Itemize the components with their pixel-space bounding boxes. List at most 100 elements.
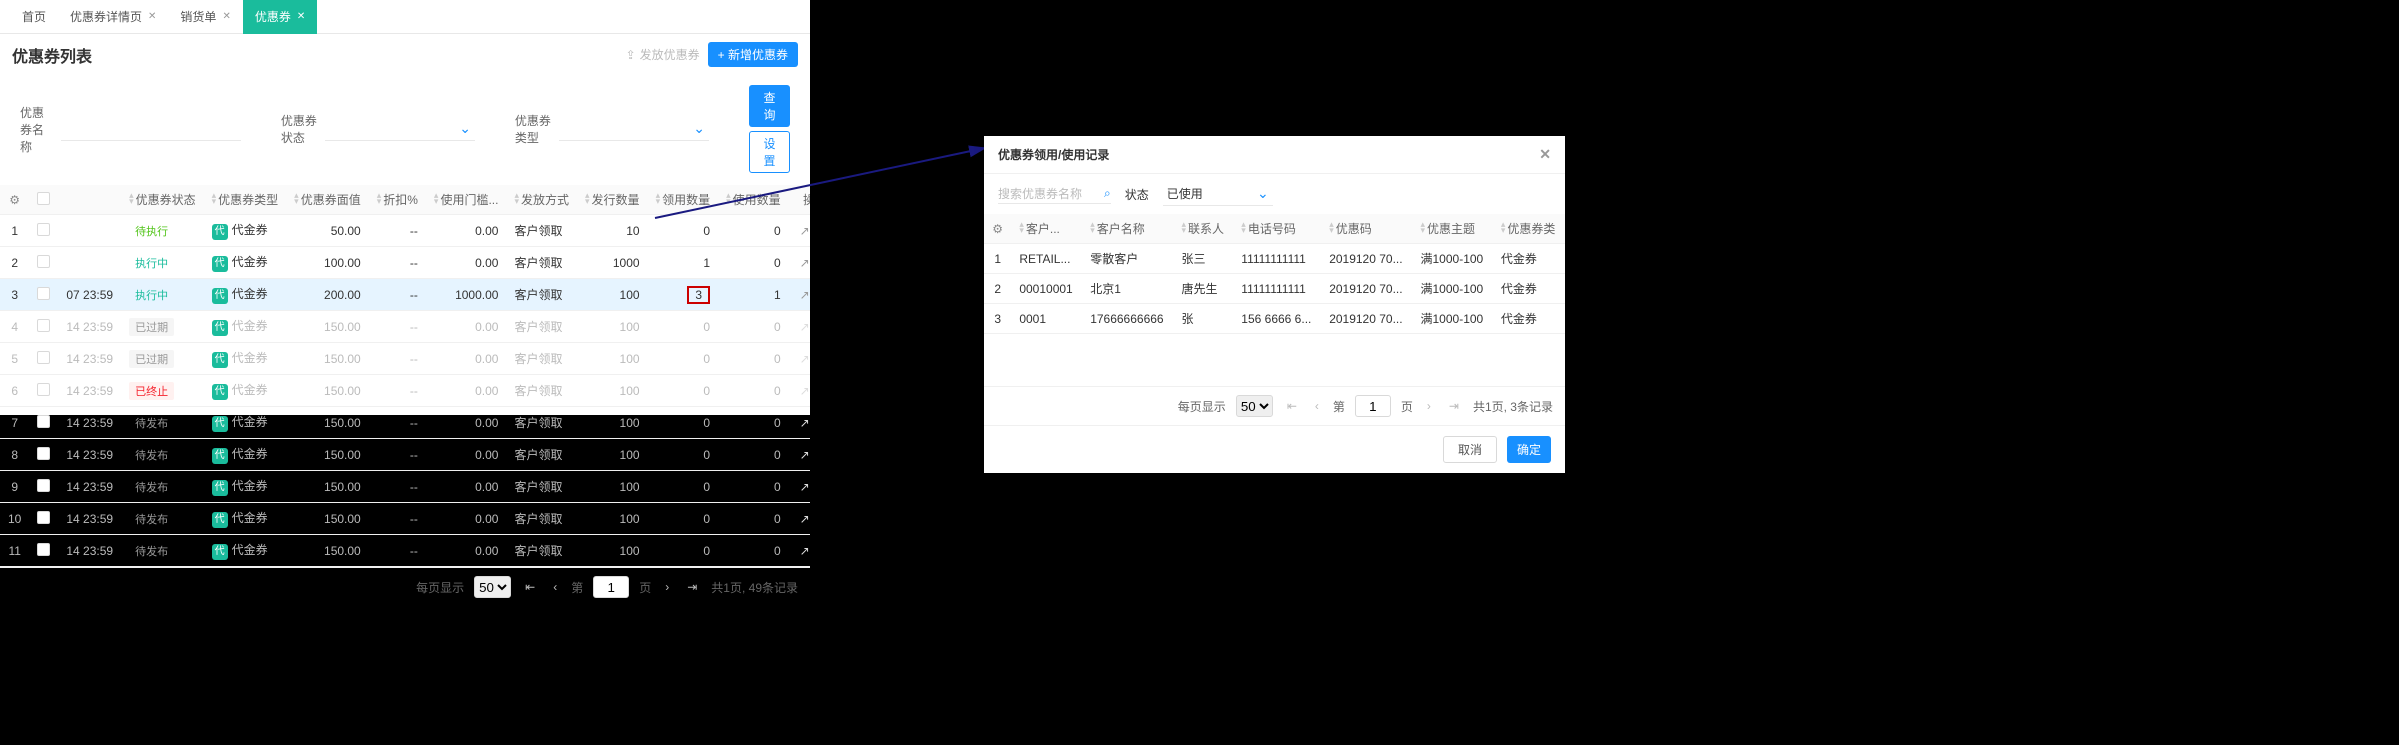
row-got[interactable]: 0 (648, 343, 719, 375)
col-face[interactable]: ▴▾优惠券面值 (286, 185, 369, 215)
share-icon[interactable]: ↗ (800, 320, 810, 334)
col-check[interactable] (29, 185, 58, 215)
settings-button[interactable]: 设置 (749, 131, 790, 173)
mcol-type[interactable]: ▴▾优惠券类 (1493, 214, 1565, 244)
filter-type-select[interactable]: ⌄ (559, 117, 709, 141)
share-icon[interactable]: ↗ (800, 384, 810, 398)
table-row[interactable]: 6 14 23:59 已终止 代代金券 150.00 -- 0.00 客户领取 … (0, 375, 810, 407)
search-input[interactable] (998, 187, 1098, 201)
next-page-icon[interactable]: › (661, 580, 673, 594)
table-row[interactable]: 3 0001 17666666666 张 156 6666 6... 20191… (984, 304, 1565, 334)
close-icon[interactable]: ✕ (222, 11, 230, 22)
share-icon[interactable]: ↗ (800, 544, 810, 558)
table-row[interactable]: 4 14 23:59 已过期 代代金券 150.00 -- 0.00 客户领取 … (0, 311, 810, 343)
tab-coupon[interactable]: 优惠券✕ (243, 0, 317, 34)
table-row[interactable]: 8 14 23:59 待发布 代代金券 150.00 -- 0.00 客户领取 … (0, 439, 810, 471)
mcol-name[interactable]: ▴▾客户名称 (1082, 214, 1173, 244)
checkbox[interactable] (37, 543, 50, 556)
share-icon[interactable]: ↗ (800, 256, 810, 270)
table-row[interactable]: 2 00010001 北京1 唐先生 11111111111 2019120 7… (984, 274, 1565, 304)
checkbox[interactable] (37, 447, 50, 460)
row-check[interactable] (29, 439, 58, 471)
row-check[interactable] (29, 247, 58, 279)
share-icon[interactable]: ↗ (800, 224, 810, 238)
row-got[interactable]: 0 (648, 215, 719, 247)
share-icon[interactable]: ↗ (800, 416, 810, 430)
share-icon[interactable]: ↗ (800, 448, 810, 462)
row-got[interactable]: 0 (648, 535, 719, 567)
row-got[interactable]: 0 (648, 311, 719, 343)
last-page-icon[interactable]: ⇥ (1445, 399, 1463, 413)
row-check[interactable] (29, 503, 58, 535)
row-got[interactable]: 0 (648, 471, 719, 503)
row-check[interactable] (29, 215, 58, 247)
close-icon[interactable]: ✕ (148, 11, 156, 22)
mcol-ccode[interactable]: ▴▾优惠码 (1321, 214, 1412, 244)
checkbox[interactable] (37, 511, 50, 524)
row-check[interactable] (29, 343, 58, 375)
col-status[interactable]: ▴▾优惠券状态 (121, 185, 204, 215)
per-page-select[interactable]: 50 (1236, 395, 1273, 417)
search-icon[interactable]: ⌕ (1104, 186, 1111, 201)
checkbox[interactable] (37, 415, 50, 428)
table-row[interactable]: 9 14 23:59 待发布 代代金券 150.00 -- 0.00 客户领取 … (0, 471, 810, 503)
table-row[interactable]: 5 14 23:59 已过期 代代金券 150.00 -- 0.00 客户领取 … (0, 343, 810, 375)
share-icon[interactable]: ↗ (800, 512, 810, 526)
row-got[interactable]: 0 (648, 439, 719, 471)
tab-home[interactable]: 首页 (10, 0, 58, 34)
mcol-topic[interactable]: ▴▾优惠主题 (1413, 214, 1493, 244)
col-qty[interactable]: ▴▾发行数量 (577, 185, 648, 215)
confirm-button[interactable]: 确定 (1507, 436, 1551, 463)
row-check[interactable] (29, 407, 58, 439)
add-coupon-button[interactable]: + 新增优惠券 (708, 42, 798, 67)
checkbox[interactable] (37, 287, 50, 300)
table-row[interactable]: 1 待执行 代代金券 50.00 -- 0.00 客户领取 10 0 0 ↗ ▦ (0, 215, 810, 247)
table-row[interactable]: 10 14 23:59 待发布 代代金券 150.00 -- 0.00 客户领取… (0, 503, 810, 535)
cancel-button[interactable]: 取消 (1443, 436, 1497, 463)
mcol-phone[interactable]: ▴▾电话号码 (1233, 214, 1321, 244)
query-button[interactable]: 查询 (749, 85, 790, 127)
col-issue[interactable]: ▴▾发放方式 (506, 185, 577, 215)
checkbox[interactable] (37, 223, 50, 236)
checkbox[interactable] (37, 319, 50, 332)
table-row[interactable]: 2 执行中 代代金券 100.00 -- 0.00 客户领取 1000 1 0 … (0, 247, 810, 279)
table-row[interactable]: 11 14 23:59 待发布 代代金券 150.00 -- 0.00 客户领取… (0, 535, 810, 567)
row-got[interactable]: 3 (648, 279, 719, 311)
row-got[interactable]: 0 (648, 375, 719, 407)
filter-status-select[interactable]: ⌄ (325, 117, 475, 141)
filter-name-input[interactable] (61, 117, 241, 141)
status-select[interactable]: 已使用 ⌄ (1163, 182, 1273, 206)
per-page-select[interactable]: 50 (474, 576, 511, 598)
first-page-icon[interactable]: ⇤ (1283, 399, 1301, 413)
row-got[interactable]: 0 (648, 503, 719, 535)
share-icon[interactable]: ↗ (800, 480, 810, 494)
next-page-icon[interactable]: › (1423, 399, 1435, 413)
prev-page-icon[interactable]: ‹ (1311, 399, 1323, 413)
first-page-icon[interactable]: ⇤ (521, 580, 539, 594)
checkbox[interactable] (37, 351, 50, 364)
checkbox[interactable] (37, 383, 50, 396)
share-icon[interactable]: ↗ (800, 352, 810, 366)
col-got[interactable]: ▴▾领用数量 (648, 185, 719, 215)
page-input[interactable] (1355, 395, 1391, 417)
row-check[interactable] (29, 471, 58, 503)
col-gear[interactable]: ⚙ (0, 185, 29, 215)
checkbox[interactable] (37, 479, 50, 492)
row-check[interactable] (29, 279, 58, 311)
mcol-contact[interactable]: ▴▾联系人 (1174, 214, 1234, 244)
row-check[interactable] (29, 375, 58, 407)
tab-coupon-detail[interactable]: 优惠券详情页✕ (58, 0, 168, 34)
checkbox-all[interactable] (37, 192, 50, 205)
table-row[interactable]: 7 14 23:59 待发布 代代金券 150.00 -- 0.00 客户领取 … (0, 407, 810, 439)
row-check[interactable] (29, 311, 58, 343)
mcol-code[interactable]: ▴▾客户... (1011, 214, 1082, 244)
table-row[interactable]: 1 RETAIL... 零散客户 张三 11111111111 2019120 … (984, 244, 1565, 274)
share-icon[interactable]: ↗ (800, 288, 810, 302)
search-box[interactable]: ⌕ (998, 184, 1111, 204)
table-row[interactable]: 3 07 23:59 执行中 代代金券 200.00 -- 1000.00 客户… (0, 279, 810, 311)
col-threshold[interactable]: ▴▾使用门槛... (426, 185, 507, 215)
last-page-icon[interactable]: ⇥ (683, 580, 701, 594)
col-discount[interactable]: ▴▾折扣% (369, 185, 426, 215)
page-input[interactable] (593, 576, 629, 598)
checkbox[interactable] (37, 255, 50, 268)
